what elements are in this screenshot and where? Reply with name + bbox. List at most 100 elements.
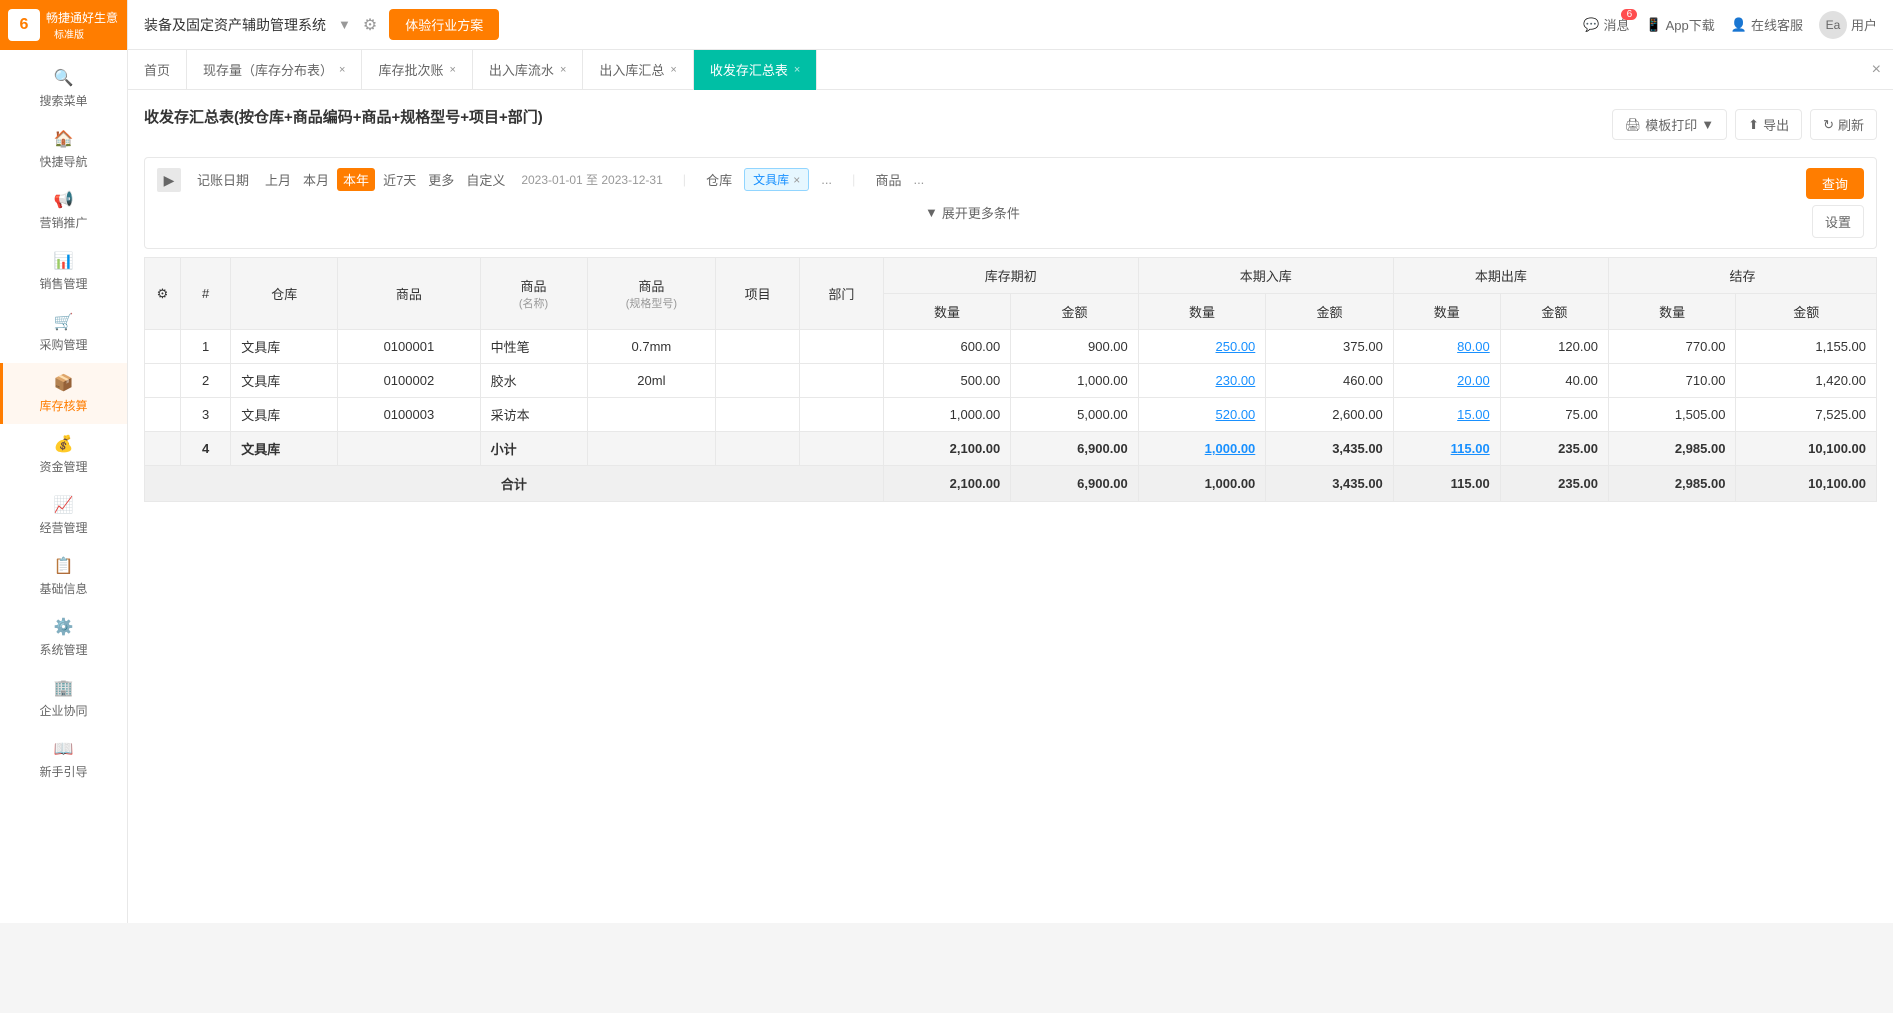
refresh-btn[interactable]: ↻ 刷新: [1810, 109, 1877, 140]
sidebar-item-operations[interactable]: 📈 经营管理: [0, 485, 127, 546]
header: 装备及固定资产辅助管理系统 ▼ ⚙ 体验行业方案 💬 消息 6 📱 App下载 …: [128, 0, 1893, 50]
row-out-amt: 235.00: [1500, 432, 1608, 466]
th-product-spec: 商品(规格型号): [587, 258, 716, 330]
sidebar: 6 畅捷通好生意 标准版 🔍 搜索菜单 🏠 快捷导航 📢 营销推广 📊 销售管理…: [0, 0, 128, 923]
th-opening: 库存期初: [883, 258, 1138, 294]
row-out-qty[interactable]: 80.00: [1393, 330, 1500, 364]
message-btn[interactable]: 💬 消息 6: [1583, 15, 1629, 34]
sidebar-item-system[interactable]: ⚙️ 系统管理: [0, 607, 127, 668]
tab-recv-send-summary[interactable]: 收发存汇总表 ×: [694, 50, 817, 90]
row-code: 0100002: [338, 364, 480, 398]
product-more-btn[interactable]: ...: [913, 172, 924, 187]
row-in-amt: 375.00: [1266, 330, 1394, 364]
tab-in-out-flow-close[interactable]: ×: [560, 64, 566, 76]
online-service-btn[interactable]: 👤 在线客服: [1731, 15, 1803, 34]
tab-inventory-dist-close[interactable]: ×: [339, 64, 345, 76]
th-settings[interactable]: ⚙: [145, 258, 181, 330]
query-btn[interactable]: 查询: [1806, 168, 1864, 199]
row-spec: [587, 398, 716, 432]
row-out-qty[interactable]: 20.00: [1393, 364, 1500, 398]
sidebar-item-purchase[interactable]: 🛒 采购管理: [0, 302, 127, 363]
row-dept: [800, 330, 884, 364]
row-open-amt: 900.00: [1011, 330, 1139, 364]
row-in-qty[interactable]: 250.00: [1138, 330, 1266, 364]
footer-open-qty: 2,100.00: [883, 466, 1011, 502]
footer-out-amt: 235.00: [1500, 466, 1608, 502]
online-service-label: 在线客服: [1751, 15, 1803, 34]
footer-label: 合计: [145, 466, 884, 502]
settings-btn[interactable]: 设置: [1812, 205, 1864, 238]
tab-in-out-summary-close[interactable]: ×: [670, 64, 676, 76]
tab-in-out-summary[interactable]: 出入库汇总 ×: [583, 50, 693, 90]
filter-toggle-btn[interactable]: ▶: [157, 168, 181, 192]
last-month-btn[interactable]: 上月: [261, 168, 295, 191]
th-product-name: 商品(名称): [480, 258, 587, 330]
marketing-icon: 📢: [54, 190, 74, 210]
footer-out-qty: 115.00: [1393, 466, 1500, 502]
th-dept: 部门: [800, 258, 884, 330]
row-bal-qty: 710.00: [1608, 364, 1736, 398]
warehouse-tag[interactable]: 文具库 ×: [744, 168, 809, 191]
tab-recv-send-summary-close[interactable]: ×: [794, 64, 800, 76]
footer-open-amt: 6,900.00: [1011, 466, 1139, 502]
th-no: #: [181, 258, 231, 330]
row-bal-qty: 1,505.00: [1608, 398, 1736, 432]
row-out-qty[interactable]: 115.00: [1393, 432, 1500, 466]
tab-batch-account-close[interactable]: ×: [449, 64, 455, 76]
row-checkbox: [145, 432, 181, 466]
th-bal-amt: 金额: [1736, 294, 1877, 330]
tab-inventory-dist[interactable]: 现存量（库存分布表） ×: [187, 50, 362, 90]
sidebar-item-quick-nav[interactable]: 🏠 快捷导航: [0, 119, 127, 180]
row-in-qty[interactable]: 230.00: [1138, 364, 1266, 398]
sidebar-item-inventory[interactable]: 📦 库存核算: [0, 363, 127, 424]
expand-conditions-btn[interactable]: ▼ 展开更多条件: [925, 203, 1020, 222]
th-in-amt: 金额: [1266, 294, 1394, 330]
warehouse-tag-close[interactable]: ×: [793, 173, 800, 187]
tabs-bar: 首页 现存量（库存分布表） × 库存批次账 × 出入库流水 × 出入库汇总 × …: [128, 50, 1893, 90]
row-out-amt: 40.00: [1500, 364, 1608, 398]
more-date-btn[interactable]: 更多: [424, 168, 458, 191]
row-code: 0100003: [338, 398, 480, 432]
row-in-qty[interactable]: 520.00: [1138, 398, 1266, 432]
custom-date-btn[interactable]: 自定义: [462, 168, 509, 191]
app-download-btn[interactable]: 📱 App下载: [1645, 15, 1714, 34]
row-no: 4: [181, 432, 231, 466]
sidebar-item-enterprise[interactable]: 🏢 企业协同: [0, 668, 127, 729]
close-all-btn[interactable]: ×: [1860, 61, 1893, 79]
sidebar-item-search[interactable]: 🔍 搜索菜单: [0, 58, 127, 119]
tab-home[interactable]: 首页: [128, 50, 187, 90]
row-in-qty[interactable]: 1,000.00: [1138, 432, 1266, 466]
row-bal-amt: 1,420.00: [1736, 364, 1877, 398]
row-no: 3: [181, 398, 231, 432]
header-dropdown-icon[interactable]: ▼: [338, 17, 351, 32]
tab-in-out-flow[interactable]: 出入库流水 ×: [473, 50, 583, 90]
sidebar-item-marketing[interactable]: 📢 营销推广: [0, 180, 127, 241]
gear-icon[interactable]: ⚙: [363, 15, 377, 35]
sidebar-item-basic-info[interactable]: 📋 基础信息: [0, 546, 127, 607]
th-out: 本期出库: [1393, 258, 1608, 294]
row-in-amt: 3,435.00: [1266, 432, 1394, 466]
row-bal-qty: 2,985.00: [1608, 432, 1736, 466]
warehouse-more-btn[interactable]: ...: [821, 172, 832, 187]
sidebar-item-guide[interactable]: 📖 新手引导: [0, 729, 127, 790]
try-btn[interactable]: 体验行业方案: [389, 9, 499, 40]
row-out-qty[interactable]: 15.00: [1393, 398, 1500, 432]
th-balance: 结存: [1608, 258, 1876, 294]
sidebar-item-finance[interactable]: 💰 资金管理: [0, 424, 127, 485]
this-year-btn[interactable]: 本年: [337, 168, 375, 191]
7days-btn[interactable]: 近7天: [379, 168, 420, 191]
sidebar-item-sales[interactable]: 📊 销售管理: [0, 241, 127, 302]
guide-icon: 📖: [54, 739, 74, 759]
content-area: 收发存汇总表(按仓库+商品编码+商品+规格型号+项目+部门) 🖨 模板打印 ▼ …: [128, 90, 1893, 923]
system-icon: ⚙️: [54, 617, 74, 637]
user-btn[interactable]: Ea 用户: [1819, 11, 1877, 39]
this-month-btn[interactable]: 本月: [299, 168, 333, 191]
product-filter-label: 商品: [875, 170, 901, 189]
row-warehouse: 文具库: [231, 398, 338, 432]
tab-batch-account[interactable]: 库存批次账 ×: [362, 50, 472, 90]
export-btn[interactable]: ⬆ 导出: [1735, 109, 1802, 140]
row-name: 胶水: [480, 364, 587, 398]
print-btn[interactable]: 🖨 模板打印 ▼: [1612, 109, 1727, 140]
chevron-down-small-icon: ▼: [925, 205, 938, 220]
header-left: 装备及固定资产辅助管理系统 ▼ ⚙ 体验行业方案: [144, 9, 499, 40]
